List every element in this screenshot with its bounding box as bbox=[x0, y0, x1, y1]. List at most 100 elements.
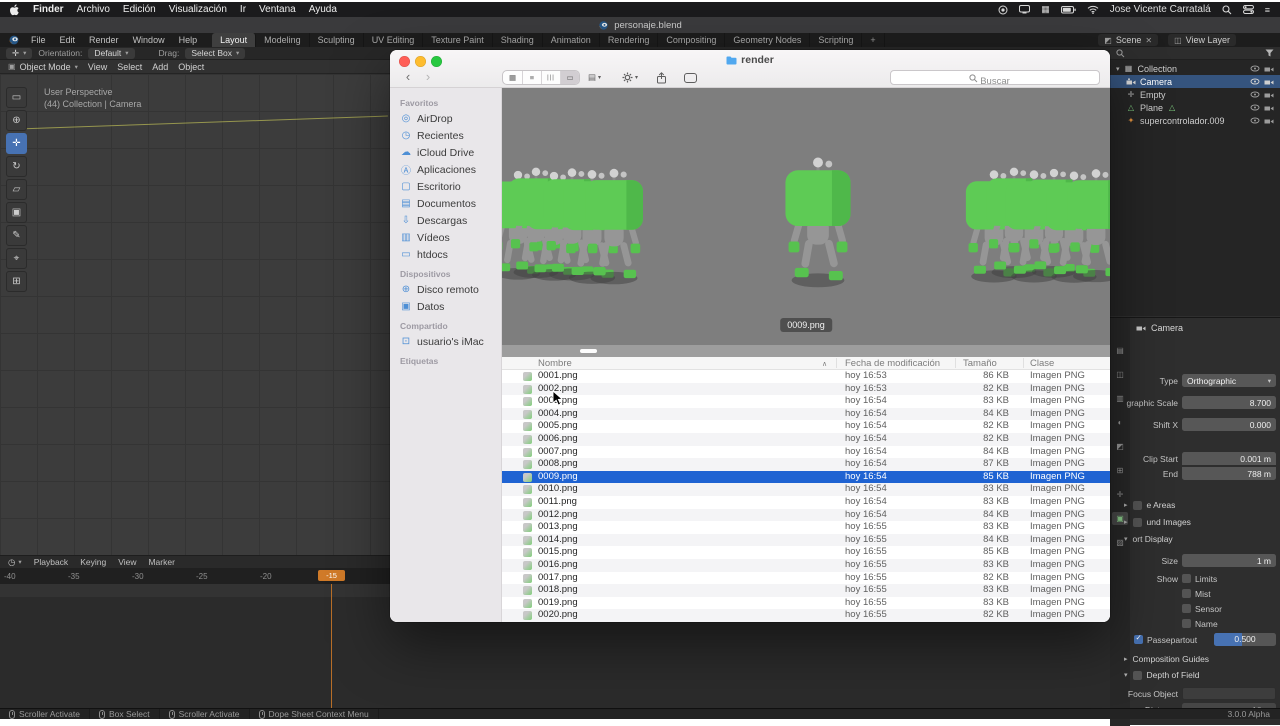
outliner-row-plane[interactable]: △ Plane △ bbox=[1110, 101, 1280, 114]
sidebar-item-documentos[interactable]: ▤ Documentos bbox=[390, 195, 501, 212]
scene-tab-icon[interactable]: ◩ bbox=[1112, 440, 1128, 453]
action-menu-button[interactable]: ▾ bbox=[622, 70, 638, 85]
background-images-section[interactable]: ▸ und Images bbox=[1124, 517, 1191, 527]
display-icon[interactable] bbox=[1019, 5, 1031, 14]
workspace-tab-rendering[interactable]: Rendering bbox=[600, 33, 659, 47]
column-divider[interactable] bbox=[955, 358, 956, 368]
sensor-checkbox[interactable] bbox=[1182, 604, 1191, 613]
measure-tool-button[interactable]: ⌖ bbox=[6, 248, 27, 269]
workspace-tab-layout[interactable]: Layout bbox=[212, 33, 257, 47]
column-header-nombre[interactable]: Nombre bbox=[538, 358, 572, 369]
camera-toggle-icon[interactable] bbox=[1264, 91, 1274, 99]
icon-view-button[interactable]: ▦ bbox=[503, 71, 522, 84]
tool-tab-icon[interactable]: ▤ bbox=[1112, 344, 1128, 357]
blender-menu-window[interactable]: Window bbox=[126, 33, 172, 47]
keyboard-grid-icon[interactable]: ▦ bbox=[1041, 4, 1050, 15]
outliner-row-supercontrolador[interactable]: ✦ supercontrolador.009 bbox=[1110, 114, 1280, 127]
eye-icon[interactable] bbox=[1250, 65, 1260, 72]
add-cube-tool-button[interactable]: ⊞ bbox=[6, 271, 27, 292]
file-row-selected[interactable]: 0009.png hoy 16:54 85 KB Imagen PNG bbox=[502, 470, 1110, 484]
screen-record-icon[interactable] bbox=[998, 5, 1008, 15]
passepartout-slider[interactable]: 0.500 bbox=[1214, 633, 1276, 646]
workspace-tab-sculpting[interactable]: Sculpting bbox=[310, 33, 364, 47]
column-header-tamano[interactable]: Tamaño bbox=[963, 358, 997, 369]
disclosure-icon[interactable]: ▾ bbox=[1116, 65, 1120, 73]
outliner-row-empty[interactable]: ✛ Empty bbox=[1110, 88, 1280, 101]
camera-toggle-icon[interactable] bbox=[1264, 78, 1274, 86]
mist-checkbox[interactable] bbox=[1182, 589, 1191, 598]
size-field[interactable]: 1 m bbox=[1182, 554, 1276, 567]
file-row[interactable]: 0020.png hoy 16:55 82 KB Imagen PNG bbox=[502, 609, 1110, 622]
column-view-button[interactable]: ||| bbox=[541, 71, 560, 84]
name-checkbox[interactable] bbox=[1182, 619, 1191, 628]
group-button[interactable]: ▤ ▾ bbox=[588, 70, 601, 85]
sidebar-item-htdocs[interactable]: ▭ htdocs bbox=[390, 246, 501, 263]
blender-menu-edit[interactable]: Edit bbox=[53, 33, 83, 47]
blender-menu-render[interactable]: Render bbox=[82, 33, 126, 47]
blender-menu-file[interactable]: File bbox=[24, 33, 53, 47]
safe-areas-checkbox[interactable] bbox=[1132, 500, 1142, 510]
file-row[interactable]: 0013.png hoy 16:55 83 KB Imagen PNG bbox=[502, 521, 1110, 534]
apple-menu-icon[interactable] bbox=[10, 3, 20, 16]
camera-toggle-icon[interactable] bbox=[1264, 117, 1274, 125]
sidebar-item-usuarios-imac[interactable]: ⊡ usuario's iMac bbox=[390, 333, 501, 350]
object-mode-dropdown[interactable]: ▣ Object Mode ▾ bbox=[8, 62, 78, 72]
annotate-tool-button[interactable]: ✎ bbox=[6, 225, 27, 246]
column-divider[interactable] bbox=[1023, 358, 1024, 368]
dof-checkbox[interactable] bbox=[1132, 670, 1142, 680]
scale-tool-button[interactable]: ▱ bbox=[6, 179, 27, 200]
current-frame-badge[interactable]: -15 bbox=[318, 570, 345, 581]
menu-visualizacion[interactable]: Visualización bbox=[169, 4, 227, 15]
orientation-select[interactable]: Default ▾ bbox=[88, 47, 135, 59]
composition-guides-section[interactable]: ▸ Composition Guides bbox=[1124, 654, 1209, 664]
file-row[interactable]: 0002.png hoy 16:53 82 KB Imagen PNG bbox=[502, 382, 1110, 396]
box-select-tool-button[interactable]: ▭ bbox=[6, 87, 27, 108]
scene-unlink-icon[interactable]: ✕ bbox=[1145, 36, 1152, 45]
workspace-add-button[interactable]: + bbox=[862, 33, 885, 47]
workspace-tab-animation[interactable]: Animation bbox=[543, 33, 600, 47]
camera-type-select[interactable]: Orthographic ▾ bbox=[1182, 374, 1276, 387]
workspace-tab-compositing[interactable]: Compositing bbox=[658, 33, 726, 47]
menubar-username[interactable]: Jose Vicente Carratalá bbox=[1110, 4, 1211, 15]
menu-edicion[interactable]: Edición bbox=[123, 4, 156, 15]
transform-tool-button[interactable]: ▣ bbox=[6, 202, 27, 223]
file-row[interactable]: 0004.png hoy 16:54 84 KB Imagen PNG bbox=[502, 407, 1110, 421]
viewport-menu-add[interactable]: Add bbox=[152, 62, 168, 72]
file-row[interactable]: 0012.png hoy 16:54 84 KB Imagen PNG bbox=[502, 508, 1110, 522]
outliner-row-camera[interactable]: Camera bbox=[1110, 75, 1280, 88]
workspace-tab-modeling[interactable]: Modeling bbox=[256, 33, 310, 47]
battery-icon[interactable] bbox=[1060, 5, 1076, 14]
timeline-menu-playback[interactable]: Playback bbox=[34, 557, 69, 567]
viewport-menu-select[interactable]: Select bbox=[117, 62, 142, 72]
file-row[interactable]: 0010.png hoy 16:54 83 KB Imagen PNG bbox=[502, 483, 1110, 496]
wifi-icon[interactable] bbox=[1087, 5, 1099, 14]
control-center-icon[interactable] bbox=[1242, 5, 1254, 14]
playhead-line[interactable] bbox=[331, 584, 332, 708]
menu-ir[interactable]: Ir bbox=[240, 4, 246, 15]
scene-selector[interactable]: ◩ Scene ✕ bbox=[1098, 34, 1159, 46]
file-row[interactable]: 0003.pnghoy 16:5483 KBImagen PNG bbox=[502, 395, 1110, 408]
blender-menu-help[interactable]: Help bbox=[172, 33, 205, 47]
gallery-view-button[interactable]: ▭ bbox=[560, 71, 579, 84]
file-row[interactable]: 0001.png hoy 16:53 86 KB Imagen PNG bbox=[502, 370, 1110, 383]
sidebar-item-descargas[interactable]: ⇩ Descargas bbox=[390, 212, 501, 229]
clip-end-field[interactable]: 788 m bbox=[1182, 467, 1276, 480]
timeline-menu-keying[interactable]: Keying bbox=[80, 557, 106, 567]
outliner-search-icon[interactable] bbox=[1116, 48, 1125, 58]
menubar-app-name[interactable]: Finder bbox=[33, 4, 64, 15]
viewport-menu-object[interactable]: Object bbox=[178, 62, 204, 72]
notification-center-icon[interactable]: ≡ bbox=[1265, 5, 1270, 15]
workspace-tab-shading[interactable]: Shading bbox=[493, 33, 543, 47]
viewport-menu-view[interactable]: View bbox=[88, 62, 107, 72]
file-row[interactable]: 0008.png hoy 16:54 87 KB Imagen PNG bbox=[502, 458, 1110, 471]
share-button[interactable] bbox=[656, 70, 667, 85]
back-button[interactable]: ‹ bbox=[400, 68, 416, 85]
clip-start-field[interactable]: 0.001 m bbox=[1182, 452, 1276, 465]
sidebar-item-aplicaciones[interactable]: Ⓐ Aplicaciones bbox=[390, 161, 501, 178]
sidebar-item-recientes[interactable]: ◷ Recientes bbox=[390, 127, 501, 144]
menu-ayuda[interactable]: Ayuda bbox=[309, 4, 337, 15]
ortho-scale-field[interactable]: 8.700 bbox=[1182, 396, 1276, 409]
search-field[interactable] bbox=[890, 70, 1100, 88]
limits-checkbox[interactable] bbox=[1182, 574, 1191, 583]
eye-icon[interactable] bbox=[1250, 104, 1260, 111]
